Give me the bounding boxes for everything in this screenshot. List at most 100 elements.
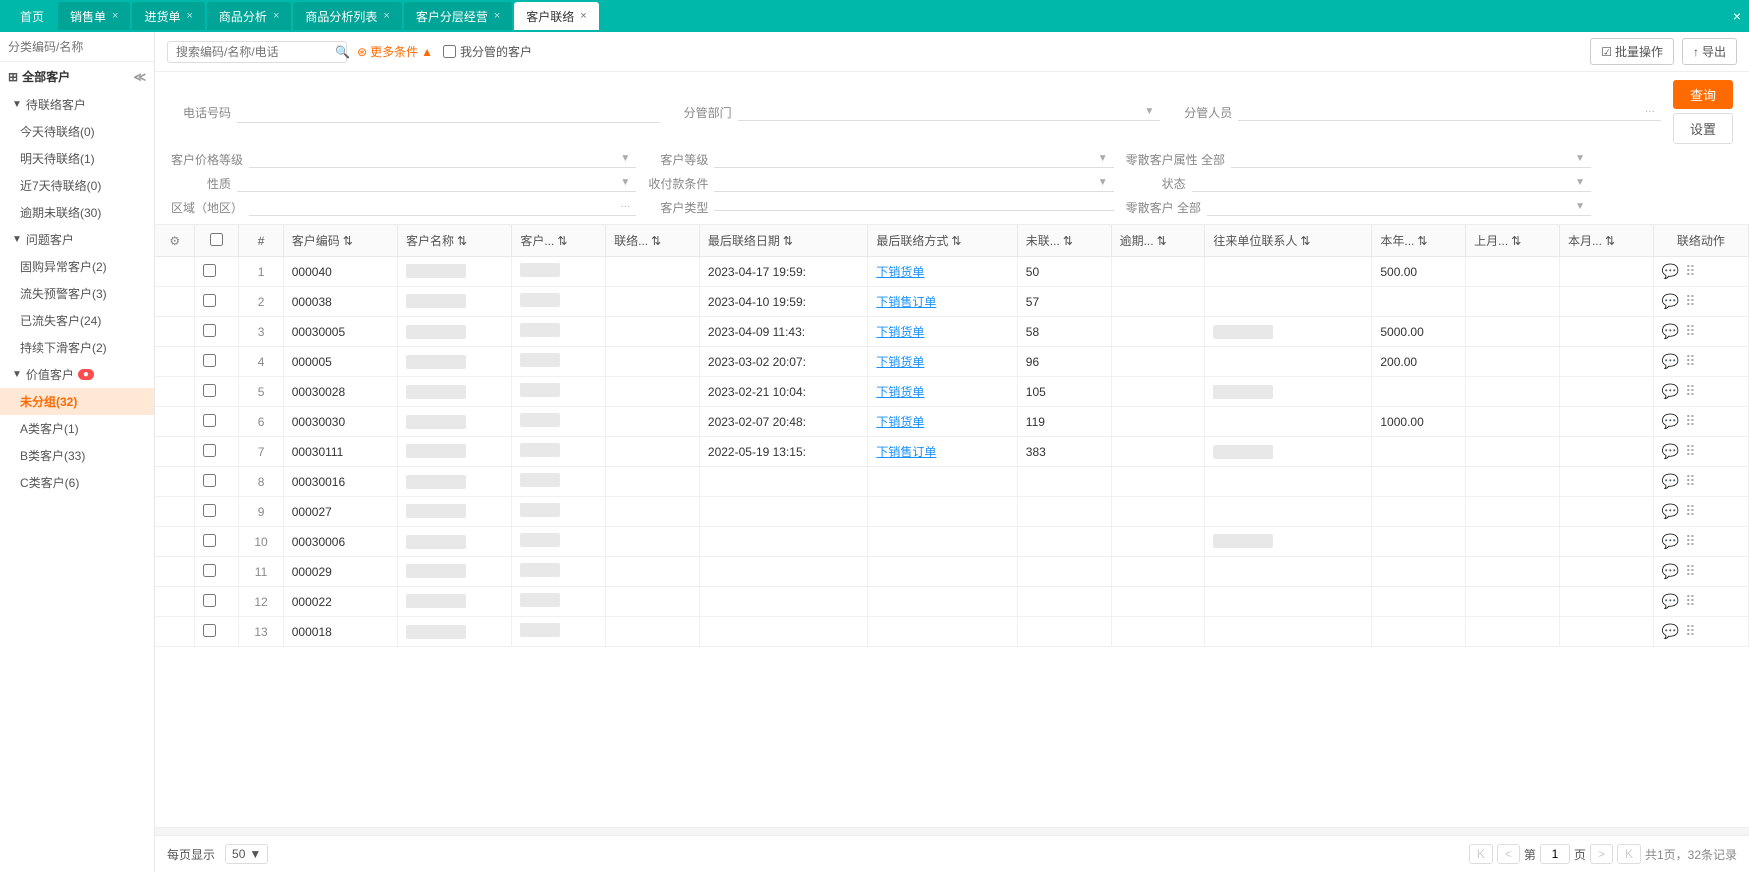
contact-method-link[interactable]: 下销货单 (876, 385, 924, 399)
value-customer-group[interactable]: ▼ 价值客户 ● (0, 361, 154, 388)
contact-method-link[interactable]: 下销货单 (876, 265, 924, 279)
col-last-month-sort[interactable]: ⇅ (1511, 234, 1521, 248)
horizontal-scrollbar[interactable] (155, 827, 1749, 835)
prev-page-btn[interactable]: < (1497, 844, 1520, 864)
settings-icon[interactable]: ⚙ (169, 234, 180, 248)
more-action-icon[interactable]: ⠿ (1685, 383, 1695, 400)
filter-payment-select[interactable]: ▼ (714, 174, 1113, 192)
contact-icon[interactable]: 💬 (1662, 473, 1679, 490)
more-action-icon[interactable]: ⠿ (1685, 353, 1695, 370)
contact-icon[interactable]: 💬 (1662, 263, 1679, 280)
select-all-checkbox[interactable] (210, 233, 223, 246)
more-action-icon[interactable]: ⠿ (1685, 293, 1695, 310)
row-select-checkbox[interactable] (203, 324, 216, 337)
more-action-icon[interactable]: ⠿ (1685, 413, 1695, 430)
filter-customer-grade-select[interactable]: ▼ (714, 150, 1113, 168)
filter-more-btn[interactable]: ⊛ 更多条件 ▲ (357, 43, 433, 60)
sidebar-tomorrow-pending[interactable]: 明天待联络(1) (0, 145, 154, 172)
all-customers-header[interactable]: ⊞ 全部客户 ≪ (0, 62, 154, 91)
row-select-checkbox[interactable] (203, 414, 216, 427)
col-settings[interactable]: ⚙ (155, 225, 195, 257)
contact-method-link[interactable]: 下销货单 (876, 415, 924, 429)
more-action-icon[interactable]: ⠿ (1685, 443, 1695, 460)
sidebar-ungroup[interactable]: 未分组(32) (0, 388, 154, 415)
close-all-button[interactable]: × (1733, 8, 1741, 24)
tab-customer-mgr[interactable]: 客户分层经营 × (404, 2, 512, 30)
page-input[interactable] (1540, 844, 1570, 864)
filter-dept-select[interactable]: ▼ (738, 103, 1161, 121)
more-action-icon[interactable]: ⠿ (1685, 473, 1695, 490)
filter-scatter-attr-select[interactable]: ▼ (1231, 150, 1591, 168)
reset-btn[interactable]: 设置 (1673, 113, 1733, 144)
tab-purchase-close[interactable]: × (186, 10, 192, 22)
filter-search-icon[interactable]: 🔍 (335, 45, 350, 59)
tab-sales[interactable]: 销售单 × (58, 2, 130, 30)
more-action-icon[interactable]: ⠿ (1685, 503, 1695, 520)
more-action-icon[interactable]: ⠿ (1685, 263, 1695, 280)
filter-customer-type-select[interactable] (714, 204, 1113, 211)
per-page-select[interactable]: 50 ▼ (225, 844, 268, 864)
sidebar-today-pending[interactable]: 今天待联络(0) (0, 118, 154, 145)
sidebar-overdue-pending[interactable]: 逾期未联络(30) (0, 199, 154, 226)
contact-method-link[interactable]: 下销售订单 (876, 445, 936, 459)
sidebar-churn-warning[interactable]: 流失预警客户(3) (0, 280, 154, 307)
row-select-checkbox[interactable] (203, 264, 216, 277)
contact-icon[interactable]: 💬 (1662, 533, 1679, 550)
tab-customer-contact[interactable]: 客户联络 × (514, 2, 598, 30)
tab-analysis-close[interactable]: × (273, 10, 279, 22)
filter-region-select[interactable]: ··· (249, 198, 636, 216)
tab-purchase[interactable]: 进货单 × (132, 2, 204, 30)
contact-method-link[interactable]: 下销货单 (876, 355, 924, 369)
sidebar-week-pending[interactable]: 近7天待联络(0) (0, 172, 154, 199)
pending-contact-group[interactable]: ▼ 待联络客户 (0, 91, 154, 118)
col-code-sort[interactable]: ⇅ (343, 234, 353, 248)
contact-icon[interactable]: 💬 (1662, 443, 1679, 460)
contact-icon[interactable]: 💬 (1662, 353, 1679, 370)
row-select-checkbox[interactable] (203, 474, 216, 487)
col-name-sort[interactable]: ⇅ (457, 234, 467, 248)
contact-icon[interactable]: 💬 (1662, 563, 1679, 580)
filter-price-grade-select[interactable]: ▼ (249, 150, 636, 168)
row-select-checkbox[interactable] (203, 624, 216, 637)
sidebar-churned[interactable]: 已流失客户(24) (0, 307, 154, 334)
tab-analysis[interactable]: 商品分析 × (207, 2, 291, 30)
row-select-checkbox[interactable] (203, 444, 216, 457)
sidebar-search-input[interactable] (8, 40, 155, 54)
contact-icon[interactable]: 💬 (1662, 383, 1679, 400)
more-action-icon[interactable]: ⠿ (1685, 623, 1695, 640)
problem-customer-group[interactable]: ▼ 问题客户 (0, 226, 154, 253)
tab-analysis-list-close[interactable]: × (383, 10, 389, 22)
filter-nature-select[interactable]: ▼ (237, 174, 636, 192)
filter-phone-input[interactable] (237, 102, 660, 123)
col-last-contact-date-sort[interactable]: ⇅ (783, 234, 793, 248)
contact-icon[interactable]: 💬 (1662, 323, 1679, 340)
filter-manager-select[interactable]: ··· (1238, 103, 1661, 121)
row-select-checkbox[interactable] (203, 504, 216, 517)
tab-customer-mgr-close[interactable]: × (494, 10, 500, 22)
sidebar-class-c[interactable]: C类客户(6) (0, 469, 154, 496)
contact-icon[interactable]: 💬 (1662, 503, 1679, 520)
tab-customer-contact-close[interactable]: × (580, 10, 586, 22)
more-action-icon[interactable]: ⠿ (1685, 563, 1695, 580)
sidebar-collapse-btn[interactable]: ≪ (133, 70, 146, 84)
filter-status-select[interactable]: ▼ (1192, 174, 1591, 192)
batch-operation-btn[interactable]: ☑ 批量操作 (1590, 38, 1674, 65)
col-last-contact-method-sort[interactable]: ⇅ (951, 234, 961, 248)
tab-home[interactable]: 首页 (8, 2, 56, 30)
more-action-icon[interactable]: ⠿ (1685, 533, 1695, 550)
row-select-checkbox[interactable] (203, 594, 216, 607)
col-not-contacted-sort[interactable]: ⇅ (1063, 234, 1073, 248)
tab-analysis-list[interactable]: 商品分析列表 × (293, 2, 401, 30)
filter-scatter-customer-select[interactable]: ▼ (1207, 198, 1591, 216)
contact-method-link[interactable]: 下销售订单 (876, 295, 936, 309)
col-contact-sort[interactable]: ⇅ (651, 234, 661, 248)
contact-icon[interactable]: 💬 (1662, 623, 1679, 640)
more-action-icon[interactable]: ⠿ (1685, 593, 1695, 610)
contact-method-link[interactable]: 下销货单 (876, 325, 924, 339)
row-select-checkbox[interactable] (203, 384, 216, 397)
contact-icon[interactable]: 💬 (1662, 593, 1679, 610)
row-select-checkbox[interactable] (203, 564, 216, 577)
sidebar-abnormal-purchase[interactable]: 固购异常客户(2) (0, 253, 154, 280)
row-select-checkbox[interactable] (203, 354, 216, 367)
last-page-btn[interactable]: K (1617, 844, 1641, 864)
